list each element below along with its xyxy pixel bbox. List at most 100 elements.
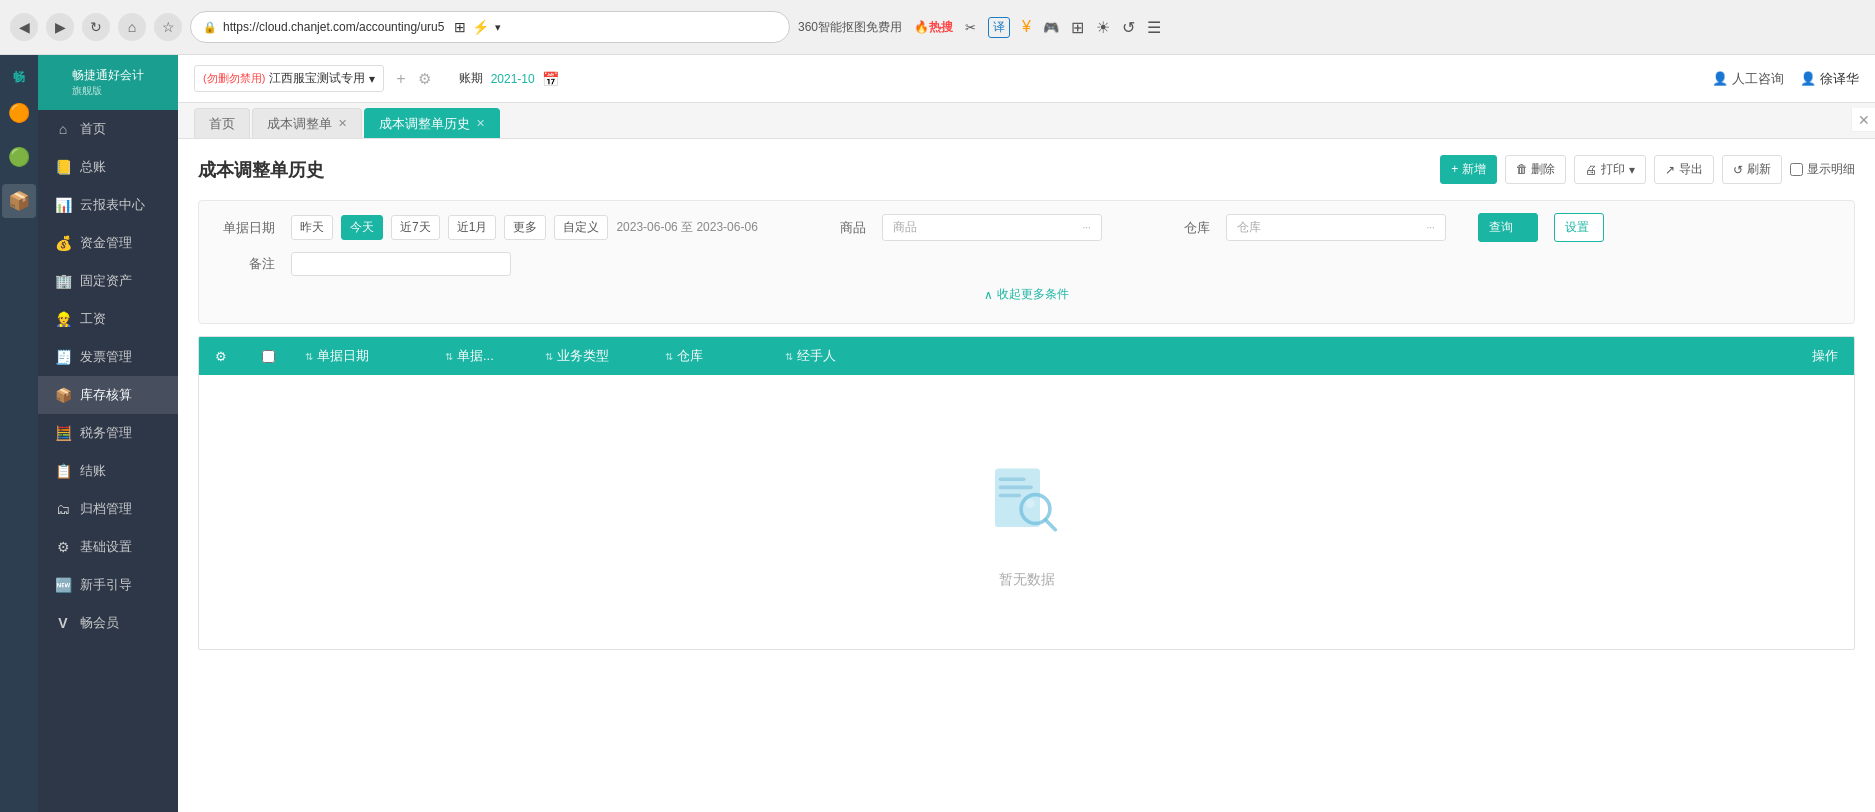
sidebar-item-funds[interactable]: 💰 资金管理 [38,224,178,262]
warehouse-dropdown[interactable]: 仓库 ··· [1226,214,1446,241]
scissors-icon[interactable]: ✂ [965,20,976,35]
sort-icon-date: ⇅ [305,351,313,362]
sidebar-item-guide-label: 新手引导 [80,576,132,594]
remark-input[interactable] [291,252,511,276]
sidebar-item-guide[interactable]: 🆕 新手引导 [38,566,178,604]
calendar-icon[interactable]: 📅 [542,71,559,87]
export-button[interactable]: ↗ 导出 [1654,155,1714,184]
tab-home[interactable]: 首页 [194,108,250,138]
sidebar-item-tax-label: 税务管理 [80,424,132,442]
sun-icon[interactable]: ☀ [1096,18,1110,37]
back-button[interactable]: ◀ [10,13,38,41]
sidebar-item-tax[interactable]: 🧮 税务管理 [38,414,178,452]
add-company-btn[interactable]: + [396,70,405,88]
th-voucher-label: 单据... [457,347,494,365]
brand-edition: 旗舰版 [72,84,144,98]
collapse-button[interactable]: ∧ 收起更多条件 [984,286,1069,303]
th-handler[interactable]: ⇅ 经手人 [773,347,893,365]
url-bar[interactable]: 🔒 https://cloud.chanjet.com/accounting/u… [190,11,790,43]
undo-icon[interactable]: ↺ [1122,18,1135,37]
query-button[interactable]: 查询 [1478,213,1538,242]
th-warehouse[interactable]: ⇅ 仓库 [653,347,773,365]
sidebar-item-invoice[interactable]: 🧾 发票管理 [38,338,178,376]
strip-icon-2[interactable]: 🟢 [2,140,36,174]
date-btn-more[interactable]: 更多 [504,215,546,240]
refresh-button[interactable]: ↻ [82,13,110,41]
top-bar-right: 👤 人工咨询 👤 徐译华 [1712,70,1859,88]
company-settings-icon[interactable]: ⚙ [418,70,431,88]
date-btn-yesterday[interactable]: 昨天 [291,215,333,240]
user-avatar-icon: 👤 [1800,71,1816,86]
menu-icon[interactable]: ☰ [1147,18,1161,37]
sidebar-item-close-books-label: 结账 [80,462,106,480]
goods-filter-label: 商品 [806,219,866,237]
settings-filter-button[interactable]: 设置 [1554,213,1604,242]
empty-illustration [977,455,1077,555]
export-icon: ↗ [1665,163,1675,177]
display-toggle[interactable]: 显示明细 [1790,161,1855,178]
warehouse-placeholder: 仓库 [1237,219,1261,236]
th-checkbox[interactable] [243,350,293,363]
strip-icon-3[interactable]: 📦 [2,184,36,218]
sidebar-item-close-books[interactable]: 📋 结账 [38,452,178,490]
expand-icon: ▾ [495,21,501,34]
home-button[interactable]: ⌂ [118,13,146,41]
delete-button[interactable]: 🗑 删除 [1505,155,1566,184]
window-close-button[interactable]: ✕ [1851,108,1875,132]
refresh-button[interactable]: ↺ 刷新 [1722,155,1782,184]
strip-icon-1[interactable]: 🟠 [2,96,36,130]
grid-icon[interactable]: ⊞ [1071,18,1084,37]
sidebar-item-home[interactable]: ⌂ 首页 [38,110,178,148]
tab-cost-history-close[interactable]: ✕ [476,117,485,130]
print-button[interactable]: 🖨 打印 ▾ [1574,155,1646,184]
filter-row-date: 单据日期 昨天 今天 近7天 近1月 更多 自定义 2023-06-06 至 2… [215,213,1838,242]
star-button[interactable]: ☆ [154,13,182,41]
sidebar-item-payroll[interactable]: 👷 工资 [38,300,178,338]
goods-placeholder: 商品 [893,219,917,236]
new-button[interactable]: + 新增 [1440,155,1496,184]
user-profile-btn[interactable]: 👤 徐译华 [1800,70,1859,88]
date-btn-7days[interactable]: 近7天 [391,215,440,240]
tab-cost-adjust-close[interactable]: ✕ [338,117,347,130]
sidebar-item-vip[interactable]: V 畅会员 [38,604,178,642]
action-buttons: + 新增 🗑 删除 🖨 打印 ▾ ↗ 导出 ↺ 刷新 [1440,155,1855,184]
date-filter-label: 单据日期 [215,219,275,237]
svg-rect-3 [998,494,1021,498]
forward-button[interactable]: ▶ [46,13,74,41]
date-btn-custom[interactable]: 自定义 [554,215,608,240]
qr-icon: ⊞ [454,19,466,35]
select-all-checkbox[interactable] [262,350,275,363]
tab-home-label: 首页 [209,115,235,133]
sidebar-item-inventory[interactable]: 📦 库存核算 [38,376,178,414]
sidebar-item-ledger[interactable]: 📒 总账 [38,148,178,186]
sidebar-item-reports[interactable]: 📊 云报表中心 [38,186,178,224]
sidebar-item-ledger-label: 总账 [80,158,106,176]
empty-text: 暂无数据 [999,571,1055,589]
translate-icon[interactable]: 译 [988,17,1010,38]
goods-dropdown[interactable]: 商品 ··· [882,214,1102,241]
tab-cost-history[interactable]: 成本调整单历史 ✕ [364,108,500,138]
search-hint: 360智能抠图免费用 [798,19,902,36]
sidebar-item-invoice-label: 发票管理 [80,348,132,366]
th-voucher[interactable]: ⇅ 单据... [433,347,533,365]
th-date[interactable]: ⇅ 单据日期 [293,347,433,365]
th-biz-type[interactable]: ⇅ 业务类型 [533,347,653,365]
date-btn-today[interactable]: 今天 [341,215,383,240]
th-settings[interactable]: ⚙ [199,349,243,364]
sort-icon-voucher: ⇅ [445,351,453,362]
sidebar-item-settings[interactable]: ⚙ 基础设置 [38,528,178,566]
main-sidebar: 畅捷通好会计 旗舰版 ⌂ 首页 📒 总账 📊 云报表中心 💰 资金管理 🏢 固定… [38,55,178,812]
wallet-icon[interactable]: ¥ [1022,18,1031,36]
tab-cost-adjust[interactable]: 成本调整单 ✕ [252,108,362,138]
display-checkbox[interactable] [1790,163,1803,176]
customer-service-btn[interactable]: 👤 人工咨询 [1712,70,1784,88]
company-dropdown-icon: ▾ [369,72,375,86]
game-icon[interactable]: 🎮 [1043,20,1059,35]
sidebar-item-assets[interactable]: 🏢 固定资产 [38,262,178,300]
sidebar-item-archive[interactable]: 🗂 归档管理 [38,490,178,528]
username-label: 徐译华 [1820,70,1859,88]
company-selector[interactable]: (勿删勿禁用) 江西服宝测试专用 ▾ [194,65,384,92]
warehouse-filter-label: 仓库 [1150,219,1210,237]
date-btn-1month[interactable]: 近1月 [448,215,497,240]
url-text: https://cloud.chanjet.com/accounting/uru… [223,20,444,34]
